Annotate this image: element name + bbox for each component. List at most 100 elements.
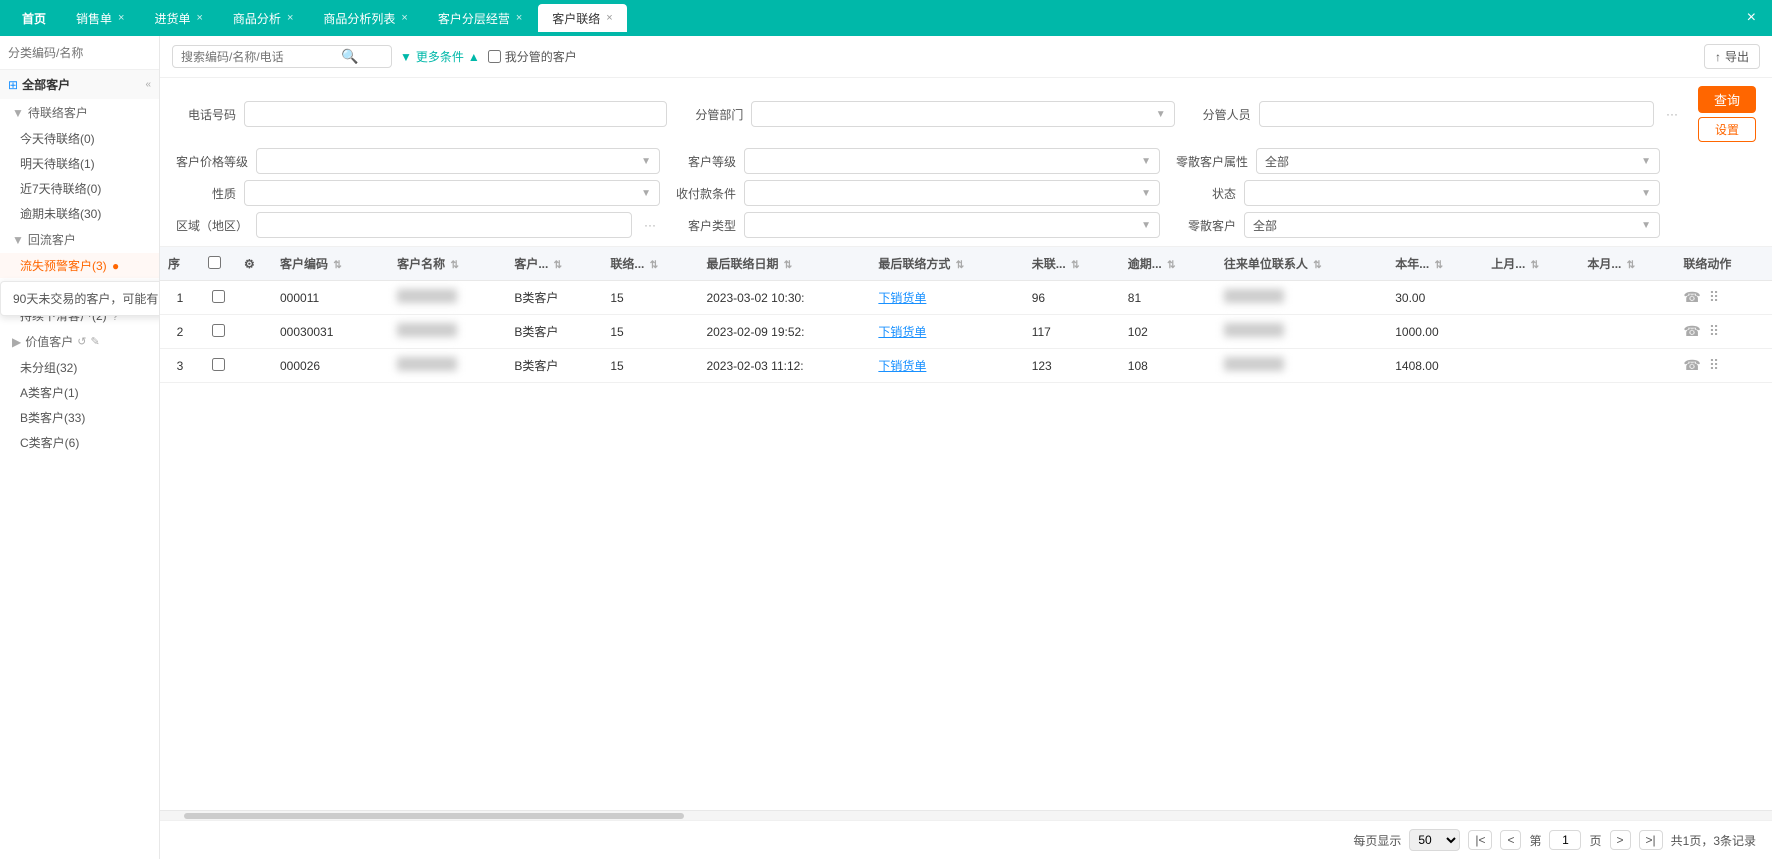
sidebar-item-class-c[interactable]: C类客户(6) xyxy=(0,430,159,455)
sort-unit-icon[interactable]: ⇅ xyxy=(1313,260,1321,271)
region-input[interactable] xyxy=(256,212,632,238)
adv-filter-row-4: 区域（地区） ··· 客户类型 ▼ 零散客户 全部 ▼ xyxy=(176,212,1756,238)
query-button[interactable]: 查询 xyxy=(1698,86,1756,113)
sort-lmonth-icon[interactable]: ⇅ xyxy=(1531,260,1539,271)
region-more-icon[interactable]: ··· xyxy=(640,218,660,232)
sidebar-search-wrap: 🔍 xyxy=(0,36,159,70)
price-tier-select[interactable]: ▼ xyxy=(256,148,660,174)
row-2-checkbox[interactable] xyxy=(212,324,225,337)
tab-analysis[interactable]: 商品分析 × xyxy=(219,4,307,32)
dept-select[interactable]: ▼ xyxy=(751,101,1174,127)
sort-year-icon[interactable]: ⇅ xyxy=(1435,260,1443,271)
row-2-more-icon[interactable]: ⠿ xyxy=(1709,323,1719,340)
nature-select[interactable]: ▼ xyxy=(244,180,660,206)
sidebar-group-pending[interactable]: ▼ 待联络客户 xyxy=(0,99,159,126)
retail-attr-select[interactable]: 全部 ▼ xyxy=(1256,148,1660,174)
horizontal-scrollbar[interactable] xyxy=(160,810,1772,820)
sort-date-icon[interactable]: ⇅ xyxy=(784,260,792,271)
row-1-check xyxy=(200,281,236,315)
row-1-action-icons: ☎ ⠿ xyxy=(1683,289,1764,306)
tab-analysis-list[interactable]: 商品分析列表 × xyxy=(309,4,421,32)
tab-analysis-close[interactable]: × xyxy=(287,12,293,24)
search-button[interactable]: 🔍 xyxy=(341,48,358,65)
tab-analysis-list-close[interactable]: × xyxy=(401,12,407,24)
sort-type-icon[interactable]: ⇅ xyxy=(554,260,562,271)
sidebar: 🔍 ⊞ 全部客户 « ▼ 待联络客户 今天待联络(0) 明天待联络(1) 近7天… xyxy=(0,36,160,859)
my-customers-checkbox-wrap[interactable]: 我分管的客户 xyxy=(488,48,577,65)
row-3-last-month xyxy=(1483,349,1579,383)
row-3-more-icon[interactable]: ⠿ xyxy=(1709,357,1719,374)
row-2-method-link[interactable]: 下销货单 xyxy=(878,325,926,339)
last-page-button[interactable]: >| xyxy=(1639,830,1663,850)
row-3-method-link[interactable]: 下销货单 xyxy=(878,359,926,373)
export-button[interactable]: ↑ 导出 xyxy=(1704,44,1760,69)
scrollbar-thumb[interactable] xyxy=(184,813,684,819)
sidebar-item-tomorrow[interactable]: 明天待联络(1) xyxy=(0,151,159,176)
row-2-phone-icon[interactable]: ☎ xyxy=(1683,323,1700,340)
sidebar-item-overdue[interactable]: 逾期未联络(30) xyxy=(0,201,159,226)
row-1-more-icon[interactable]: ⠿ xyxy=(1709,289,1719,306)
sort-uncontacted-icon[interactable]: ⇅ xyxy=(1071,260,1079,271)
search-input[interactable] xyxy=(181,50,341,64)
customer-type-select[interactable]: ▼ xyxy=(744,212,1160,238)
sidebar-all-customers[interactable]: ⊞ 全部客户 « xyxy=(0,70,159,99)
page-input[interactable] xyxy=(1549,830,1581,850)
th-code: 客户编码 ⇅ xyxy=(272,247,389,281)
page-size-select[interactable]: 50 100 200 xyxy=(1409,829,1460,851)
tab-customer-contact[interactable]: 客户联络 × xyxy=(538,4,626,32)
sidebar-item-week[interactable]: 近7天待联络(0) xyxy=(0,176,159,201)
tab-customer-contact-close[interactable]: × xyxy=(606,12,612,24)
next-page-button[interactable]: > xyxy=(1610,830,1631,850)
window-close-button[interactable]: × xyxy=(1739,9,1764,27)
tab-customer-tier[interactable]: 客户分层经营 × xyxy=(424,4,536,32)
manager-more-icon[interactable]: ··· xyxy=(1662,107,1682,121)
tab-home[interactable]: 首页 xyxy=(8,4,60,32)
sort-tmonth-icon[interactable]: ⇅ xyxy=(1627,260,1635,271)
gear-icon[interactable]: ⚙ xyxy=(244,257,255,271)
first-page-button[interactable]: |< xyxy=(1468,830,1492,850)
th-name: 客户名称 ⇅ xyxy=(389,247,506,281)
more-conditions-button[interactable]: ▼ 更多条件 ▲ xyxy=(400,48,480,65)
row-1-checkbox[interactable] xyxy=(212,290,225,303)
edit-icon[interactable]: ✎ xyxy=(90,335,99,348)
row-2-method: 下销货单 xyxy=(870,315,1023,349)
tab-sales-close[interactable]: × xyxy=(118,12,124,24)
sidebar-group-value[interactable]: ▶ 价值客户 ↺ ✎ xyxy=(0,328,159,355)
sidebar-item-class-a[interactable]: A类客户(1) xyxy=(0,380,159,405)
prev-page-button[interactable]: < xyxy=(1500,830,1521,850)
tab-purchase-close[interactable]: × xyxy=(196,12,202,24)
sidebar-item-loss-warning[interactable]: 流失预警客户(3) ● 90天未交易的客户，可能有流失风险。 xyxy=(0,253,159,278)
sort-code-icon[interactable]: ⇅ xyxy=(333,260,341,271)
settings-button[interactable]: 设置 xyxy=(1698,117,1756,142)
phone-input[interactable] xyxy=(244,101,667,127)
sidebar-item-unsorted[interactable]: 未分组(32) xyxy=(0,355,159,380)
manager-input[interactable] xyxy=(1259,101,1654,127)
sort-method-icon[interactable]: ⇅ xyxy=(956,260,964,271)
row-1-phone-icon[interactable]: ☎ xyxy=(1683,289,1700,306)
status-select[interactable]: ▼ xyxy=(1244,180,1660,206)
sort-name-icon[interactable]: ⇅ xyxy=(451,260,459,271)
payment-select[interactable]: ▼ xyxy=(744,180,1160,206)
row-3-checkbox[interactable] xyxy=(212,358,225,371)
row-3-date: 2023-02-03 11:12: xyxy=(698,349,870,383)
customer-tier-select[interactable]: ▼ xyxy=(744,148,1160,174)
row-2-code: 00030031 xyxy=(272,315,389,349)
tab-purchase[interactable]: 进货单 × xyxy=(140,4,216,32)
row-3-phone-icon[interactable]: ☎ xyxy=(1683,357,1700,374)
select-all-checkbox[interactable] xyxy=(208,256,221,269)
sidebar-item-class-b[interactable]: B类客户(33) xyxy=(0,405,159,430)
tab-sales[interactable]: 销售单 × xyxy=(62,4,138,32)
sidebar-item-today[interactable]: 今天待联络(0) xyxy=(0,126,159,151)
row-1-method-link[interactable]: 下销货单 xyxy=(878,291,926,305)
chevron-up-icon: ▲ xyxy=(468,50,480,64)
tab-customer-tier-close[interactable]: × xyxy=(516,12,522,24)
row-3-code: 000026 xyxy=(272,349,389,383)
retail-customer-select[interactable]: 全部 ▼ xyxy=(1244,212,1660,238)
sidebar-group-attrition[interactable]: ▼ 回流客户 xyxy=(0,226,159,253)
refresh-icon[interactable]: ↺ xyxy=(77,335,86,348)
table-wrap: 序 ⚙ 客户编码 ⇅ 客户名称 ⇅ 客户... ⇅ xyxy=(160,247,1772,810)
my-customers-checkbox[interactable] xyxy=(488,50,501,63)
sort-overdue-icon[interactable]: ⇅ xyxy=(1167,260,1175,271)
sort-contacts-icon[interactable]: ⇅ xyxy=(650,260,658,271)
sidebar-search-input[interactable] xyxy=(8,46,160,60)
